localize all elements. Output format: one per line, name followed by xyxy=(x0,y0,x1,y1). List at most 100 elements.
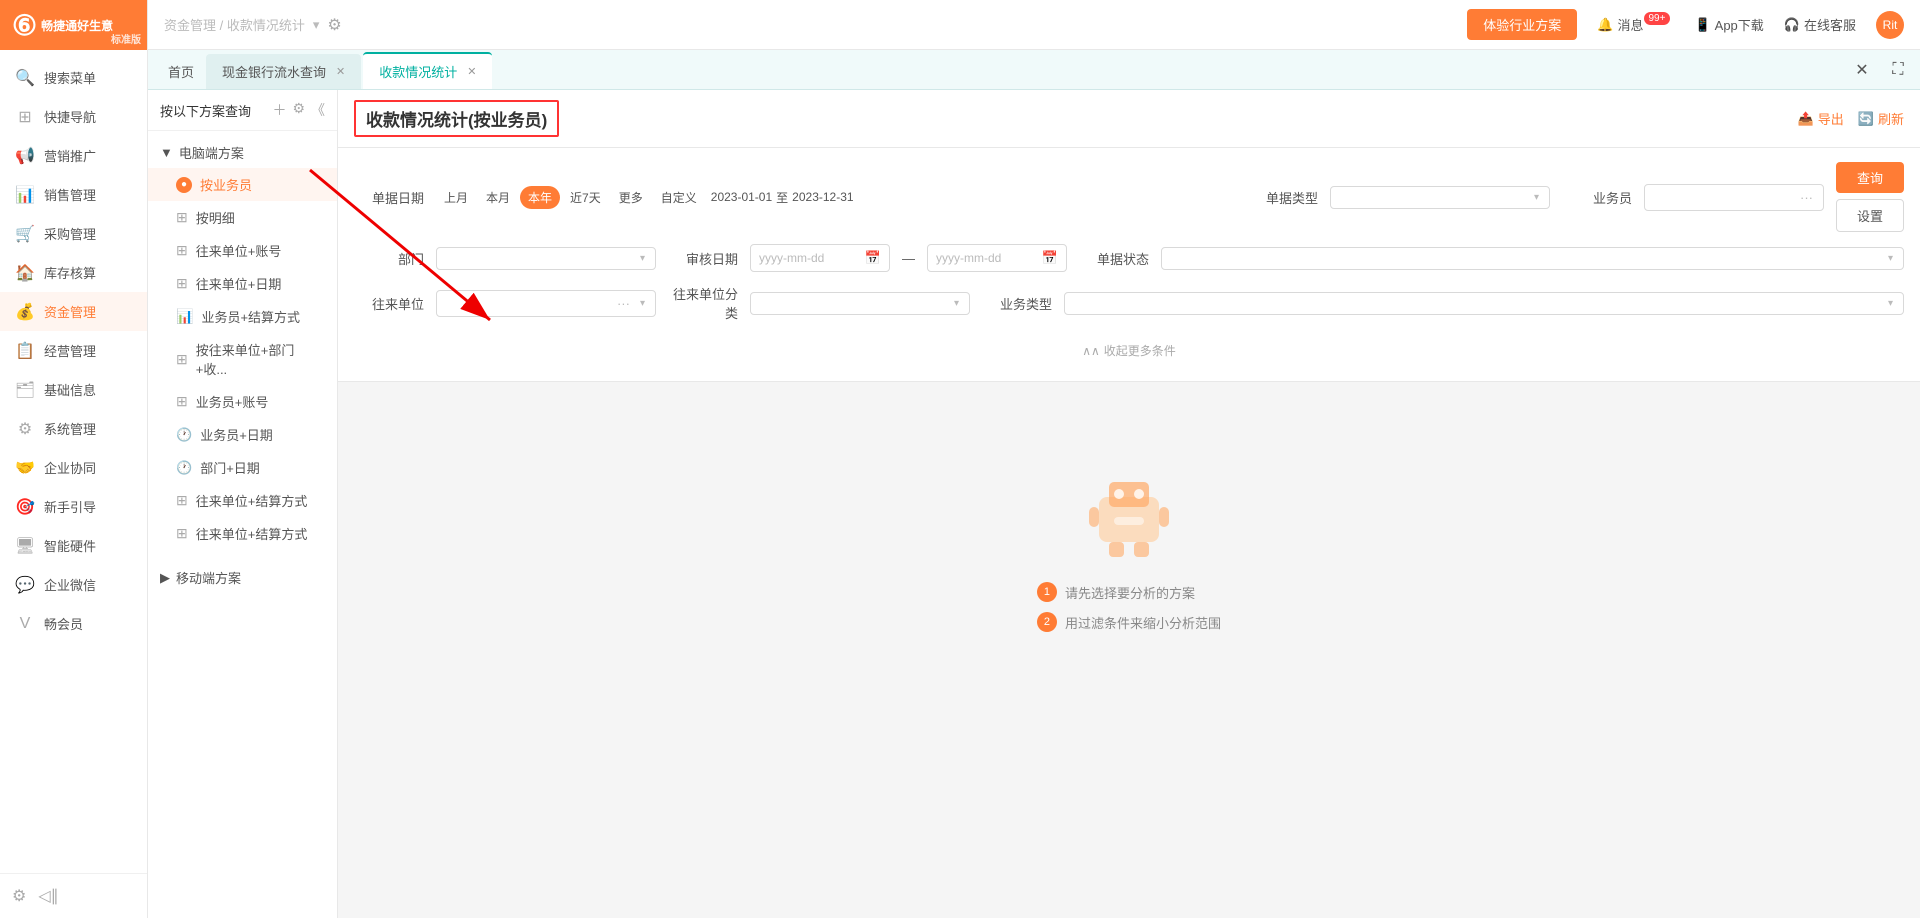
sidebar-item-企业微信[interactable]: 💬企业微信 xyxy=(0,565,147,604)
export-button[interactable]: 📤 导出 xyxy=(1798,109,1844,128)
doc-status-select[interactable]: ▾ xyxy=(1161,247,1904,270)
tab-close-all-icon[interactable]: ✕ xyxy=(1848,56,1876,84)
sidebar-item-智能硬件[interactable]: 🖥智能硬件 xyxy=(0,526,147,565)
scheme-panel-header: 按以下方案查询 ＋ ⚙ 《 xyxy=(148,90,337,131)
header-settings-icon[interactable]: ⚙ xyxy=(327,15,341,35)
settings-icon[interactable]: ⚙ xyxy=(12,886,26,906)
scheme-group-mobile-header[interactable]: ▶ 移动端方案 xyxy=(148,562,337,593)
scheme-label-salesperson: 按业务员 xyxy=(200,175,252,194)
logo: ⑥ 畅捷通好生意 标准版 xyxy=(0,0,147,50)
header-dropdown-icon[interactable]: ▾ xyxy=(313,17,320,33)
scheme-icon-dept-date: 🕐 xyxy=(176,460,192,476)
scheme-item-partner-dept[interactable]: ⊞ 按往来单位+部门+收... xyxy=(148,333,337,385)
sidebar-item-搜索菜单[interactable]: 🔍搜索菜单 xyxy=(0,58,147,97)
salesperson-more-icon[interactable]: ··· xyxy=(1800,190,1813,205)
sidebar-item-基础信息[interactable]: 🗂基础信息 xyxy=(0,370,147,409)
scheme-item-detail[interactable]: ⊞ 按明细 xyxy=(148,201,337,234)
doc-type-select[interactable]: ▾ xyxy=(1330,186,1550,209)
sidebar-item-资金管理[interactable]: 💰资金管理 xyxy=(0,292,147,331)
sidebar: ⑥ 畅捷通好生意 标准版 🔍搜索菜单⊞快捷导航📢营销推广📊销售管理🛒采购管理🏠库… xyxy=(0,0,148,918)
manage-scheme-icon[interactable]: ⚙ xyxy=(292,100,305,120)
tab-expand-icon[interactable]: ⛶ xyxy=(1884,56,1912,84)
shortcut-this-year[interactable]: 本年 xyxy=(520,186,560,209)
scheme-item-partner-settlement1[interactable]: ⊞ 往来单位+结算方式 xyxy=(148,484,337,517)
scheme-item-partner-date[interactable]: ⊞ 往来单位+日期 xyxy=(148,267,337,300)
scheme-item-salesperson-settlement[interactable]: 📊 业务员+结算方式 xyxy=(148,300,337,333)
scheme-label-partner-dept: 按往来单位+部门+收... xyxy=(196,340,325,378)
sidebar-item-营销推广[interactable]: 📢营销推广 xyxy=(0,136,147,175)
shortcut-more[interactable]: 更多 xyxy=(611,186,651,209)
app-download-button[interactable]: 📱 App下载 xyxy=(1694,15,1763,34)
sidebar-item-新手引导[interactable]: 🎯新手引导 xyxy=(0,487,147,526)
filter-row-1: 单据日期 上月 本月 本年 近7天 更多 自定义 2023- xyxy=(354,162,1904,232)
collapse-button[interactable]: ∧∧ 收起更多条件 xyxy=(354,334,1904,367)
shortcut-7days[interactable]: 近7天 xyxy=(562,186,609,209)
scheme-item-partner-settlement2[interactable]: ⊞ 往来单位+结算方式 xyxy=(148,517,337,550)
review-date-from[interactable]: yyyy-mm-dd 📅 xyxy=(750,244,890,272)
salesperson-label: 业务员 xyxy=(1562,188,1632,207)
tip-text-2: 用过滤条件来缩小分析范围 xyxy=(1065,613,1221,632)
sidebar-item-系统管理[interactable]: ⚙ 系统管理 xyxy=(0,409,147,448)
edition-badge: 标准版 xyxy=(111,31,141,46)
trial-button[interactable]: 体验行业方案 xyxy=(1467,9,1577,40)
tab-receipt-stats[interactable]: 收款情况统计 ✕ xyxy=(363,52,492,89)
sidebar-item-采购管理[interactable]: 🛒采购管理 xyxy=(0,214,147,253)
dept-select[interactable]: ▾ xyxy=(436,247,656,270)
partner-more-icon[interactable]: ··· xyxy=(617,296,630,311)
online-service-button[interactable]: 🎧 在线客服 xyxy=(1784,15,1856,34)
partner-category-select[interactable]: ▾ xyxy=(750,292,970,315)
salesperson-select[interactable]: ··· xyxy=(1644,184,1824,211)
partner-select[interactable]: ··· ▾ xyxy=(436,290,656,317)
biz-type-select[interactable]: ▾ xyxy=(1064,292,1904,315)
tab-cash-flow[interactable]: 现金银行流水查询 ✕ xyxy=(206,54,361,89)
calendar-icon-from[interactable]: 📅 xyxy=(865,250,881,266)
query-button[interactable]: 查询 xyxy=(1836,162,1904,193)
nav-icon: ⚙ xyxy=(16,420,34,438)
scheme-label-partner-settlement1: 往来单位+结算方式 xyxy=(196,491,308,510)
scheme-item-salesperson-date[interactable]: 🕐 业务员+日期 xyxy=(148,418,337,451)
scheme-item-dept-date[interactable]: 🕐 部门+日期 xyxy=(148,451,337,484)
scheme-group-pc-label: 电脑端方案 xyxy=(179,143,244,162)
user-avatar[interactable]: Rit xyxy=(1876,11,1904,39)
scheme-label-salesperson-settlement: 业务员+结算方式 xyxy=(201,307,300,326)
sidebar-item-库存核算[interactable]: 🏠库存核算 xyxy=(0,253,147,292)
shortcut-this-month[interactable]: 本月 xyxy=(478,186,518,209)
shortcut-custom[interactable]: 自定义 xyxy=(653,186,705,209)
tab-receipt-stats-close[interactable]: ✕ xyxy=(467,65,476,78)
sidebar-item-快捷导航[interactable]: ⊞快捷导航 xyxy=(0,97,147,136)
messages-button[interactable]: 🔔 消息 99+ xyxy=(1597,15,1674,34)
sidebar-bottom: ⚙ ◁∥ xyxy=(0,873,147,918)
scheme-icon-partner-date: ⊞ xyxy=(176,275,188,292)
review-date-to[interactable]: yyyy-mm-dd 📅 xyxy=(927,244,1067,272)
sidebar-item-销售管理[interactable]: 📊销售管理 xyxy=(0,175,147,214)
sidebar-item-经营管理[interactable]: 📋经营管理 xyxy=(0,331,147,370)
refresh-button[interactable]: 🔄 刷新 xyxy=(1858,109,1904,128)
nav-label: 经营管理 xyxy=(44,341,96,360)
scheme-item-salesperson-account[interactable]: ⊞ 业务员+账号 xyxy=(148,385,337,418)
scheme-icon-detail: ⊞ xyxy=(176,209,188,226)
scheme-group-pc-header[interactable]: ▼ 电脑端方案 xyxy=(148,137,337,168)
nav-icon: 💬 xyxy=(16,576,34,594)
scheme-item-partner-account[interactable]: ⊞ 往来单位+账号 xyxy=(148,234,337,267)
scheme-item-by-salesperson[interactable]: ● 按业务员 xyxy=(148,168,337,201)
tip-number-2: 2 xyxy=(1037,612,1057,632)
top-header-left: 资金管理 / 收款情况统计 ▾ ⚙ xyxy=(164,15,342,35)
partner-category-label: 往来单位分类 xyxy=(668,284,738,322)
shortcut-last-month[interactable]: 上月 xyxy=(436,186,476,209)
tab-home[interactable]: 首页 xyxy=(156,54,206,89)
sidebar-item-畅会员[interactable]: V畅会员 xyxy=(0,604,147,643)
tab-bar-actions: ✕ ⛶ xyxy=(1848,56,1912,84)
sidebar-item-企业协同[interactable]: 🤝企业协同 xyxy=(0,448,147,487)
calendar-icon-to[interactable]: 📅 xyxy=(1042,250,1058,266)
tab-cash-flow-close[interactable]: ✕ xyxy=(336,65,345,78)
partner-arrow: ▾ xyxy=(640,298,645,309)
review-date-separator: — xyxy=(902,251,915,266)
settings-button[interactable]: 设置 xyxy=(1836,199,1904,232)
filter-actions: 查询 设置 xyxy=(1836,162,1904,232)
nav-label: 系统管理 xyxy=(44,419,96,438)
collapse-icon[interactable]: ◁∥ xyxy=(38,886,58,906)
main-panel: 收款情况统计(按业务员) 📤 导出 🔄 刷新 xyxy=(338,90,1920,918)
tab-receipt-stats-label: 收款情况统计 xyxy=(379,62,457,81)
collapse-scheme-icon[interactable]: 《 xyxy=(311,100,325,120)
add-scheme-icon[interactable]: ＋ xyxy=(272,100,286,120)
